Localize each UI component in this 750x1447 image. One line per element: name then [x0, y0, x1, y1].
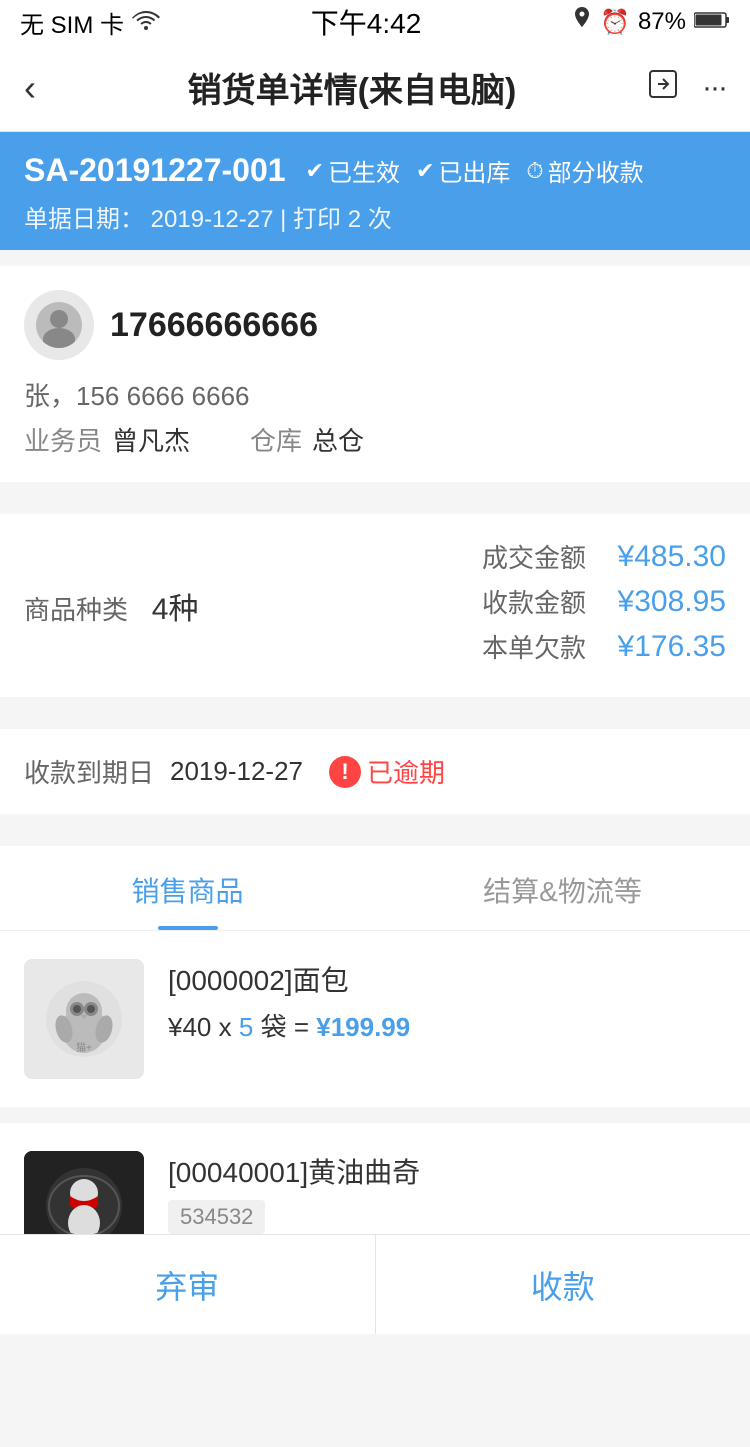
divider-1	[0, 482, 750, 498]
partial-clock-icon: ⏱	[526, 158, 543, 184]
status-tags: ✔ 已生效 ✔ 已出库 ⏱ 部分收款	[306, 153, 644, 188]
customer-phone: 17666666666	[110, 306, 318, 345]
warehouse-value: 总仓	[312, 421, 364, 458]
product-thumbnail-1: 猫+	[24, 959, 144, 1079]
product-base-price-1: ¥40	[168, 1012, 211, 1042]
wifi-icon	[132, 8, 160, 37]
received-amount-value: ¥308.95	[606, 585, 726, 619]
banner-sub: 单据日期： 2019-12-27 | 打印 2 次	[24, 199, 726, 234]
carrier-text: 无 SIM 卡	[20, 5, 124, 40]
deal-amount-label: 成交金额	[482, 538, 586, 575]
tab-settlement-label: 结算&物流等	[483, 876, 642, 907]
salesman-meta: 业务员 曾凡杰	[24, 421, 190, 458]
product-types-label: 商品种类	[24, 595, 128, 625]
status-partial-payment: ⏱ 部分收款	[526, 153, 643, 188]
overdue-badge: ! 已逾期	[329, 753, 445, 790]
print-unit: 次	[368, 206, 392, 233]
product-info-1: [0000002]面包 ¥40 x 5 袋 = ¥199.99	[168, 959, 726, 1044]
customer-top: 17666666666	[24, 290, 726, 360]
share-button[interactable]	[648, 69, 678, 106]
alarm-icon: ⏰	[600, 8, 630, 37]
tab-sales-label: 销售商品	[131, 876, 243, 907]
tab-settlement[interactable]: 结算&物流等	[375, 846, 750, 930]
customer-meta: 业务员 曾凡杰 仓库 总仓	[24, 421, 726, 458]
tab-sales-products[interactable]: 销售商品	[0, 846, 375, 930]
status-left: 无 SIM 卡	[20, 5, 160, 40]
summary-card: 商品种类 4种 成交金额 ¥485.30 收款金额 ¥308.95 本单欠款 ¥…	[0, 514, 750, 697]
print-separator: |	[280, 206, 293, 233]
order-id: SA-20191227-001	[24, 152, 286, 189]
customer-card: 17666666666 张，156 6666 6666 业务员 曾凡杰 仓库 总…	[0, 266, 750, 482]
deal-amount-row: 成交金额 ¥485.30	[482, 538, 726, 575]
partial-payment-label: 部分收款	[548, 153, 644, 188]
debt-amount-row: 本单欠款 ¥176.35	[482, 628, 726, 665]
back-button[interactable]: ‹	[24, 67, 56, 109]
status-right: ⏰ 87%	[572, 7, 730, 38]
page-title: 销货单详情(来自电脑)	[56, 63, 648, 112]
product-name-2: [00040001]黄油曲奇	[168, 1151, 726, 1191]
summary-right: 成交金额 ¥485.30 收款金额 ¥308.95 本单欠款 ¥176.35	[482, 538, 726, 673]
due-card: 收款到期日 2019-12-27 ! 已逾期	[0, 729, 750, 814]
summary-row: 商品种类 4种 成交金额 ¥485.30 收款金额 ¥308.95 本单欠款 ¥…	[24, 538, 726, 673]
nav-bar: ‹ 销货单详情(来自电脑) ···	[0, 44, 750, 132]
customer-name: 张，156 6666 6666	[24, 376, 726, 413]
product-price-1: ¥40 x 5 袋 = ¥199.99	[168, 1007, 726, 1044]
date-label: 单据日期：	[24, 206, 144, 233]
divider-2	[0, 697, 750, 713]
nav-actions: ···	[648, 69, 726, 106]
received-amount-label: 收款金额	[482, 583, 586, 620]
product-equals-1: =	[294, 1012, 316, 1042]
location-icon	[572, 7, 592, 38]
warehouse-label: 仓库	[250, 421, 302, 458]
header-banner: SA-20191227-001 ✔ 已生效 ✔ 已出库 ⏱ 部分收款 单据日期：…	[0, 132, 750, 250]
battery-icon	[694, 8, 730, 36]
debt-amount-value: ¥176.35	[606, 630, 726, 664]
reject-label: 弃审	[155, 1262, 219, 1308]
status-time: 下午4:42	[311, 2, 422, 42]
received-amount-row: 收款金额 ¥308.95	[482, 583, 726, 620]
product-name-1: [0000002]面包	[168, 959, 726, 999]
status-outbound: ✔ 已出库	[416, 153, 510, 188]
divider-3	[0, 814, 750, 830]
debt-amount-label: 本单欠款	[482, 628, 586, 665]
product-unit-1: 袋	[261, 1012, 287, 1042]
status-effective: ✔ 已生效	[306, 153, 400, 188]
more-button[interactable]: ···	[702, 71, 726, 105]
due-date-label: 收款到期日	[24, 753, 154, 790]
warehouse-meta: 仓库 总仓	[250, 421, 364, 458]
due-date-value: 2019-12-27	[170, 756, 303, 787]
product-multiply-1: x	[219, 1012, 239, 1042]
salesman-label: 业务员	[24, 421, 102, 458]
svg-text:猫+: 猫+	[76, 1041, 92, 1054]
outbound-check-icon: ✔	[416, 158, 434, 184]
reject-button[interactable]: 弃审	[0, 1235, 376, 1334]
outbound-label: 已出库	[438, 153, 510, 188]
print-label: 打印	[293, 206, 341, 233]
avatar-icon	[36, 302, 82, 348]
status-bar: 无 SIM 卡 下午4:42 ⏰ 87%	[0, 0, 750, 44]
summary-left: 商品种类 4种	[24, 584, 198, 628]
product-sku-2: 534532	[168, 1200, 265, 1234]
print-count: 2	[348, 206, 361, 233]
salesman-value: 曾凡杰	[112, 421, 190, 458]
product-qty-1: 5	[239, 1012, 253, 1042]
order-date: 2019-12-27	[151, 206, 274, 233]
overdue-icon: !	[329, 756, 361, 788]
battery-text: 87%	[638, 8, 686, 36]
collect-label: 收款	[531, 1262, 595, 1308]
banner-top: SA-20191227-001 ✔ 已生效 ✔ 已出库 ⏱ 部分收款	[24, 152, 726, 189]
product-item: 猫+ [0000002]面包 ¥40 x 5 袋 = ¥199.99	[0, 931, 750, 1107]
tabs: 销售商品 结算&物流等	[0, 846, 750, 931]
product-total-1: ¥199.99	[316, 1012, 410, 1042]
deal-amount-value: ¥485.30	[606, 540, 726, 574]
product-count: 4种	[152, 593, 199, 626]
collect-button[interactable]: 收款	[376, 1235, 750, 1334]
effective-check-icon: ✔	[306, 158, 324, 184]
bottom-bar: 弃审 收款	[0, 1234, 750, 1334]
avatar	[24, 290, 94, 360]
effective-label: 已生效	[328, 153, 400, 188]
overdue-text: 已逾期	[367, 753, 445, 790]
